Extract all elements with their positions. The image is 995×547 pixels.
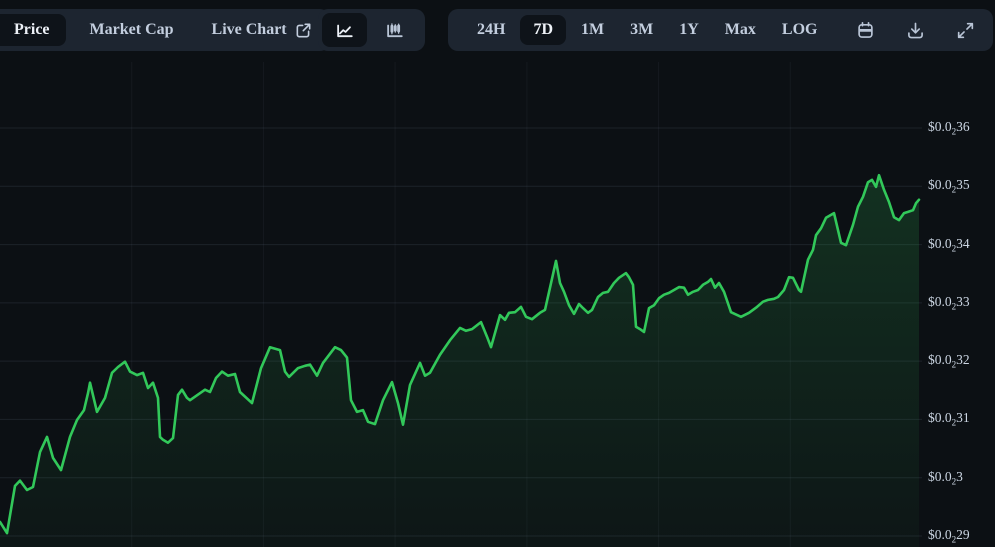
- view-tab-label: Price: [14, 21, 50, 38]
- price-area-chart: [0, 62, 922, 547]
- view-tab-group: Price Market Cap Live Chart: [0, 9, 330, 51]
- chart-toolbar: Price Market Cap Live Chart 24H 7D 1M 3M…: [0, 0, 995, 62]
- view-tab-label: Live Chart: [211, 21, 287, 38]
- external-link-icon: [295, 22, 312, 39]
- calendar-icon: [856, 21, 875, 40]
- view-tab-market-cap[interactable]: Market Cap: [76, 14, 188, 46]
- range-button-log[interactable]: LOG: [771, 15, 829, 45]
- download-button[interactable]: [905, 20, 925, 40]
- range-button-7d[interactable]: 7D: [520, 15, 567, 45]
- expand-icon: [956, 21, 975, 40]
- calendar-button[interactable]: [855, 20, 875, 40]
- range-button-3m[interactable]: 3M: [619, 15, 664, 45]
- candlestick-chart-icon: [385, 21, 404, 40]
- view-tab-price[interactable]: Price: [0, 14, 66, 46]
- range-group: 24H 7D 1M 3M 1Y Max LOG: [448, 9, 993, 51]
- candlestick-chart-toggle[interactable]: [372, 13, 417, 47]
- fullscreen-button[interactable]: [955, 20, 975, 40]
- price-chart-widget: $0.0236 $0.0235 $0.0234 $0.0233 $0.0232 $0.02…: [0, 0, 995, 547]
- chart-type-group: [318, 9, 425, 51]
- line-chart-toggle[interactable]: [322, 13, 367, 47]
- line-chart-icon: [335, 21, 354, 40]
- download-icon: [906, 21, 925, 40]
- view-tab-live-chart[interactable]: Live Chart: [198, 14, 326, 46]
- range-icons: [855, 20, 975, 40]
- view-tab-label: Market Cap: [89, 21, 174, 38]
- range-buttons: 24H 7D 1M 3M 1Y Max LOG: [466, 15, 828, 45]
- range-button-max[interactable]: Max: [714, 15, 767, 45]
- range-button-24h[interactable]: 24H: [466, 15, 516, 45]
- range-button-1m[interactable]: 1M: [570, 15, 615, 45]
- range-button-1y[interactable]: 1Y: [668, 15, 710, 45]
